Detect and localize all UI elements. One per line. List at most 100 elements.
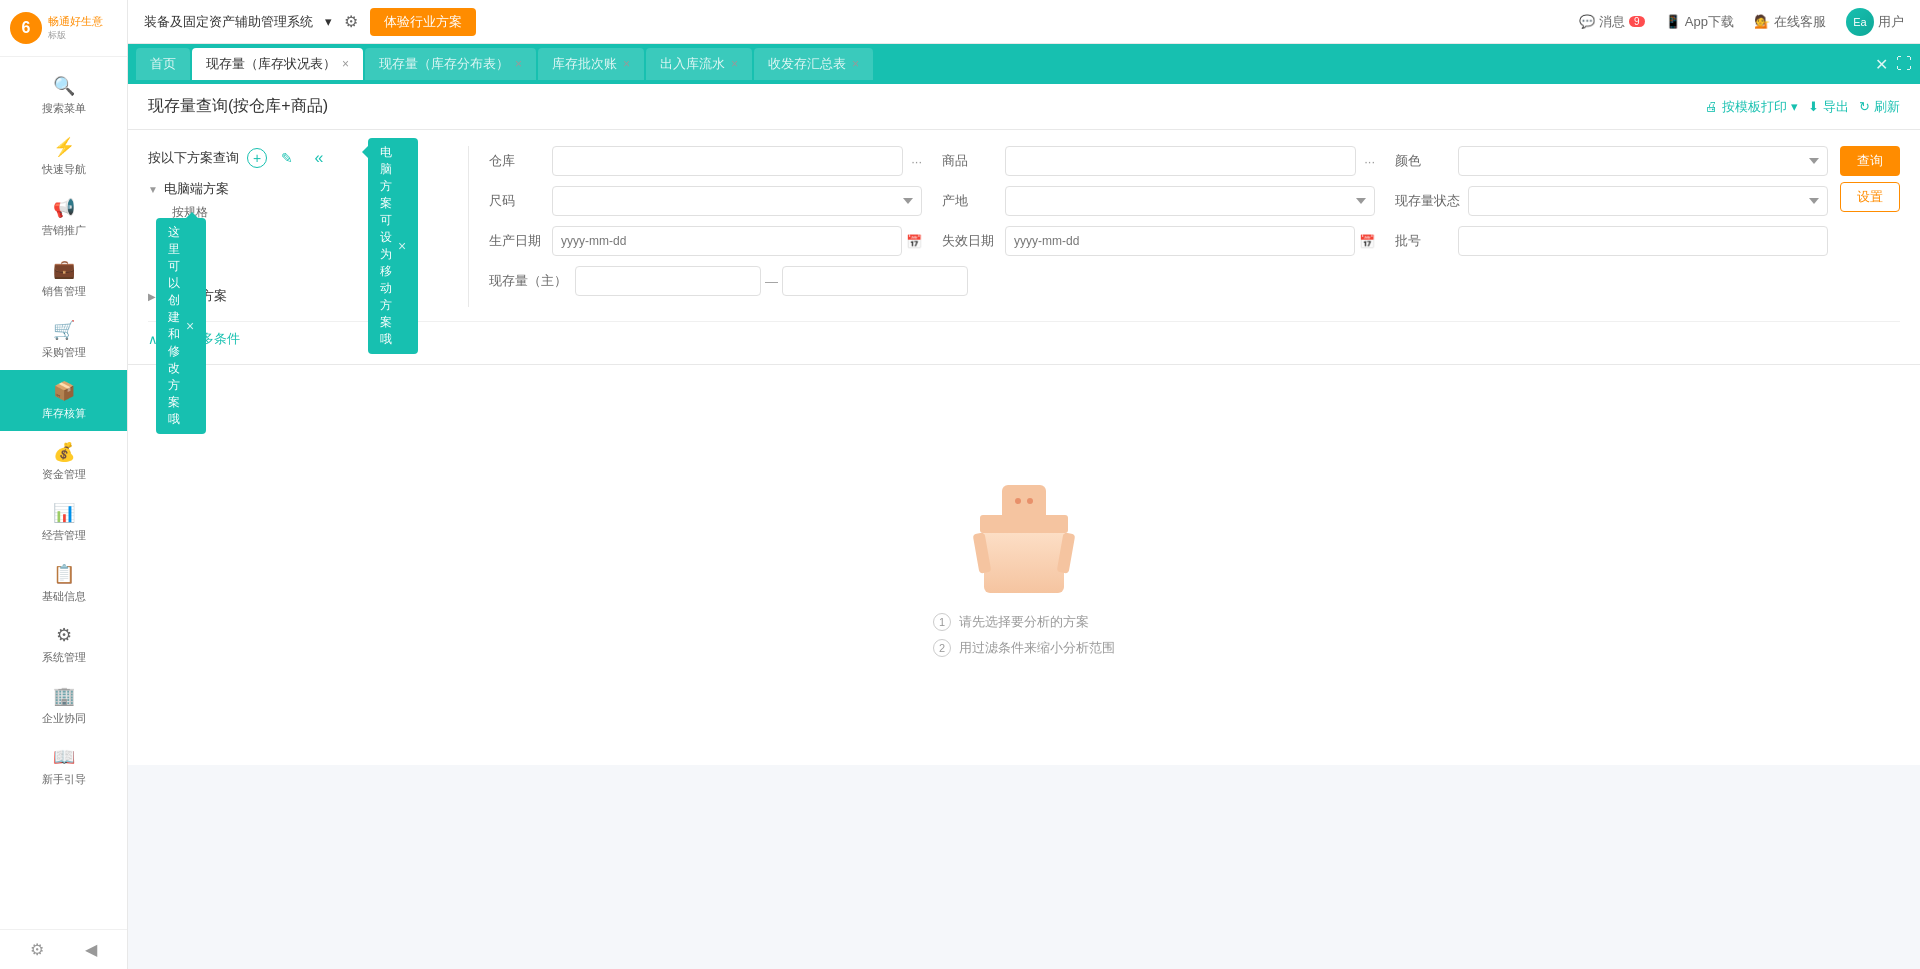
sidebar-item-quick-nav[interactable]: ⚡ 快速导航 xyxy=(0,126,127,187)
tab-batch-ledger-close[interactable]: × xyxy=(623,57,630,71)
inventory-icon: 📦 xyxy=(53,380,75,402)
export-btn[interactable]: ⬇ 导出 xyxy=(1808,98,1849,116)
tab-maximize-btn[interactable]: ⛶ xyxy=(1896,55,1912,73)
refresh-btn[interactable]: ↻ 刷新 xyxy=(1859,98,1900,116)
query-header-row: 按以下方案查询 + ✎ « 电脑方案可设为移动方案哦 × xyxy=(148,146,1900,307)
add-scheme-btn[interactable]: + xyxy=(247,148,267,168)
sidebar-bottom: ⚙ ◀ xyxy=(0,929,127,969)
sidebar: 6 畅通好生意 标版 🔍 搜索菜单 ⚡ 快速导航 📢 营销推广 💼 销售管理 🛒… xyxy=(0,0,128,969)
header-actions: 🖨 按模板打印 ▾ ⬇ 导出 ↻ 刷新 xyxy=(1705,98,1900,116)
industry-btn[interactable]: 体验行业方案 xyxy=(370,8,476,36)
sidebar-logo: 6 畅通好生意 标版 xyxy=(0,0,127,57)
warehouse-dots[interactable]: ··· xyxy=(911,154,922,169)
stock-status-select[interactable] xyxy=(1468,186,1828,216)
goods-label: 商品 xyxy=(942,152,997,170)
stock-main-min[interactable] xyxy=(575,266,761,296)
main-area: 装备及固定资产辅助管理系统 ▾ ⚙ 体验行业方案 💬 消息 9 📱 App下载 … xyxy=(128,0,1920,969)
search-button[interactable]: 查询 xyxy=(1840,146,1900,176)
tab-close-all-btn[interactable]: ✕ xyxy=(1875,55,1888,74)
stock-main-max[interactable] xyxy=(782,266,968,296)
empty-box-body xyxy=(984,528,1064,593)
sidebar-item-system[interactable]: ⚙ 系统管理 xyxy=(0,614,127,675)
empty-eye-right xyxy=(1027,498,1033,504)
sidebar-item-enterprise[interactable]: 🏢 企业协同 xyxy=(0,675,127,736)
basic-icon: 📋 xyxy=(53,563,75,585)
sidebar-item-purchase[interactable]: 🛒 采购管理 xyxy=(0,309,127,370)
system-title: 装备及固定资产辅助管理系统 xyxy=(144,13,313,31)
size-select[interactable] xyxy=(552,186,922,216)
color-select[interactable] xyxy=(1458,146,1828,176)
prod-date-calendar-icon[interactable]: 📅 xyxy=(906,234,922,249)
sidebar-label-operations: 经营管理 xyxy=(42,528,86,543)
customer-service-item[interactable]: 💁 在线客服 xyxy=(1754,13,1826,31)
batch-no-input[interactable] xyxy=(1458,226,1828,256)
print-btn[interactable]: 🖨 按模板打印 ▾ xyxy=(1705,98,1798,116)
sidebar-item-sales[interactable]: 💼 销售管理 xyxy=(0,248,127,309)
settings-bottom-btn[interactable]: ⚙ xyxy=(30,940,44,959)
prod-date-wrap: 📅 xyxy=(552,226,922,256)
warehouse-input[interactable] xyxy=(552,146,903,176)
goods-input[interactable] xyxy=(1005,146,1356,176)
app-download-item[interactable]: 📱 App下载 xyxy=(1665,13,1734,31)
page-title: 现存量查询(按仓库+商品) xyxy=(148,96,328,117)
origin-select[interactable] xyxy=(1005,186,1375,216)
message-label: 消息 xyxy=(1599,13,1625,31)
refresh-icon: ↻ xyxy=(1859,99,1870,114)
empty-face xyxy=(1002,485,1046,517)
sidebar-item-basic[interactable]: 📋 基础信息 xyxy=(0,553,127,614)
tab-inventory-status[interactable]: 现存量（库存状况表） × xyxy=(192,48,363,80)
print-icon: 🖨 xyxy=(1705,99,1718,114)
sidebar-item-marketing[interactable]: 📢 营销推广 xyxy=(0,187,127,248)
message-badge: 9 xyxy=(1629,16,1645,27)
query-section: 按以下方案查询 + ✎ « 电脑方案可设为移动方案哦 × xyxy=(128,130,1920,365)
color-label: 颜色 xyxy=(1395,152,1450,170)
reset-button[interactable]: 设置 xyxy=(1840,182,1900,212)
expire-date-input[interactable] xyxy=(1005,226,1355,256)
refresh-label: 刷新 xyxy=(1874,98,1900,116)
sidebar-item-guide[interactable]: 📖 新手引导 xyxy=(0,736,127,797)
topbar-settings-icon[interactable]: ⚙ xyxy=(344,12,358,31)
message-item[interactable]: 💬 消息 9 xyxy=(1579,13,1645,31)
back-scheme-btn[interactable]: « xyxy=(307,146,331,170)
sidebar-item-operations[interactable]: 📊 经营管理 xyxy=(0,492,127,553)
expire-date-calendar-icon[interactable]: 📅 xyxy=(1359,234,1375,249)
mobile-expand-icon[interactable]: ▶ xyxy=(148,291,156,302)
tab-in-out-flow-close[interactable]: × xyxy=(731,57,738,71)
tab-batch-ledger[interactable]: 库存批次账 × xyxy=(538,48,644,80)
hint-text-1: 请先选择要分析的方案 xyxy=(959,613,1089,631)
sidebar-label-quick-nav: 快速导航 xyxy=(42,162,86,177)
sidebar-item-inventory[interactable]: 📦 库存核算 xyxy=(0,370,127,431)
sidebar-label-finance: 资金管理 xyxy=(42,467,86,482)
avatar-text: Ea xyxy=(1853,16,1866,28)
export-icon: ⬇ xyxy=(1808,99,1819,114)
tab-inventory-dist[interactable]: 现存量（库存分布表） × xyxy=(365,48,536,80)
pc-expand-icon[interactable]: ▼ xyxy=(148,184,158,195)
tabs-actions: ✕ ⛶ xyxy=(1875,55,1912,74)
goods-dots[interactable]: ··· xyxy=(1364,154,1375,169)
hint-num-1: 1 xyxy=(933,613,951,631)
tab-batch-ledger-label: 库存批次账 xyxy=(552,55,617,73)
collapse-sidebar-btn[interactable]: ◀ xyxy=(85,940,97,959)
tab-receive-summary-close[interactable]: × xyxy=(852,57,859,71)
guide-icon: 📖 xyxy=(53,746,75,768)
tooltip-2-close[interactable]: × xyxy=(186,318,194,334)
filter-expire-date: 失效日期 📅 xyxy=(942,226,1375,256)
stock-main-label: 现存量（主） xyxy=(489,272,567,290)
user-avatar: Ea xyxy=(1846,8,1874,36)
sidebar-item-search-menu[interactable]: 🔍 搜索菜单 xyxy=(0,65,127,126)
tab-receive-summary[interactable]: 收发存汇总表 × xyxy=(754,48,873,80)
tooltip-1-close[interactable]: × xyxy=(398,238,406,254)
pc-scheme-label[interactable]: 电脑端方案 xyxy=(164,180,229,198)
tab-inventory-dist-close[interactable]: × xyxy=(515,57,522,71)
prod-date-input[interactable] xyxy=(552,226,902,256)
operations-icon: 📊 xyxy=(53,502,75,524)
tab-inventory-status-close[interactable]: × xyxy=(342,57,349,71)
edit-scheme-btn[interactable]: ✎ xyxy=(275,146,299,170)
sidebar-item-finance[interactable]: 💰 资金管理 xyxy=(0,431,127,492)
stock-main-range: — xyxy=(575,266,968,296)
tab-home[interactable]: 首页 xyxy=(136,48,190,80)
system-title-dropdown[interactable]: ▾ xyxy=(325,14,332,29)
user-item[interactable]: Ea 用户 xyxy=(1846,8,1904,36)
sidebar-nav: 🔍 搜索菜单 ⚡ 快速导航 📢 营销推广 💼 销售管理 🛒 采购管理 📦 库存核… xyxy=(0,57,127,929)
tab-in-out-flow[interactable]: 出入库流水 × xyxy=(646,48,752,80)
